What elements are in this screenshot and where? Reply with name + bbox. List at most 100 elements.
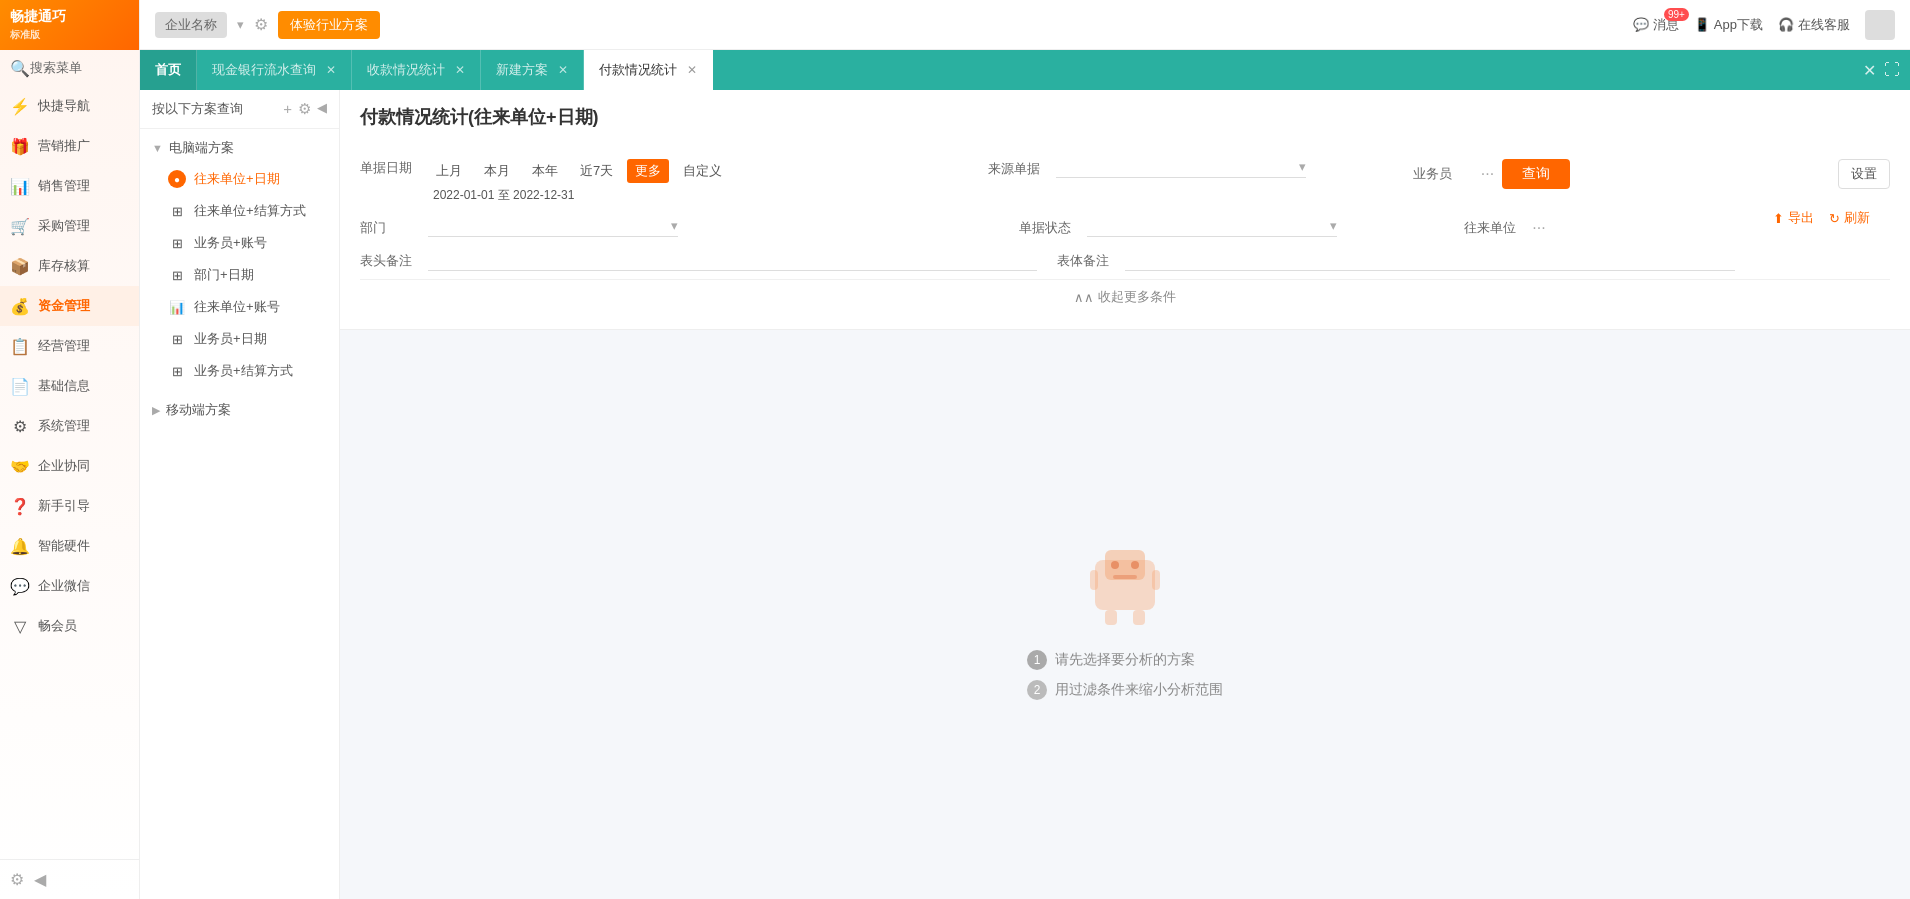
sidebar-settings-btn[interactable]: ⚙	[10, 870, 24, 889]
dept-label: 部门	[360, 219, 420, 237]
sidebar-item-marketing[interactable]: 🎁 营销推广	[0, 126, 139, 166]
sidebar-item-vip[interactable]: ▽ 畅会员	[0, 606, 139, 646]
tab-payment-detail-close-icon[interactable]: ✕	[687, 63, 697, 77]
date-opt-custom[interactable]: 自定义	[675, 159, 730, 183]
svg-point-3	[1131, 561, 1139, 569]
result-area: 1 请先选择要分析的方案 2 用过滤条件来缩小分析范围	[340, 330, 1910, 899]
tab-payment-stat[interactable]: 收款情况统计 ✕	[352, 50, 481, 90]
scheme-desktop-group-header[interactable]: ▼ 电脑端方案	[140, 133, 339, 163]
scheme-item-unit-settlement-label: 往来单位+结算方式	[194, 202, 306, 220]
date-opt-this-month[interactable]: 本月	[476, 159, 518, 183]
scheme-item-staff-settlement[interactable]: ⊞ 业务员+结算方式	[140, 355, 339, 387]
date-opt-this-year[interactable]: 本年	[524, 159, 566, 183]
scheme-item-staff-date[interactable]: ⊞ 业务员+日期	[140, 323, 339, 355]
source-select[interactable]: ▾	[1056, 159, 1306, 178]
tab-payment-detail[interactable]: 付款情况统计 ✕	[584, 50, 713, 90]
export-icon: ⬆	[1773, 211, 1784, 226]
dept-select[interactable]: ▾	[428, 218, 678, 237]
trial-button[interactable]: 体验行业方案	[278, 11, 380, 39]
sidebar-bottom: ⚙ ◀	[0, 859, 139, 899]
main-area: 企业名称 ▾ ⚙ 体验行业方案 💬 消息 99+ 📱 App下载 🎧 在线客服 …	[140, 0, 1910, 899]
empty-state: 1 请先选择要分析的方案 2 用过滤条件来缩小分析范围	[1027, 530, 1223, 700]
collapse-filter-button[interactable]: ∧∧ 收起更多条件	[360, 279, 1890, 314]
user-avatar[interactable]	[1865, 10, 1895, 40]
sidebar-item-operation[interactable]: 📋 经营管理	[0, 326, 139, 366]
tip-text-2: 用过滤条件来缩小分析范围	[1055, 681, 1223, 699]
scheme-item-unit-date[interactable]: ● 往来单位+日期	[140, 163, 339, 195]
marketing-icon: 🎁	[10, 136, 30, 156]
tip-num-2: 2	[1027, 680, 1047, 700]
date-opt-7days[interactable]: 近7天	[572, 159, 621, 183]
header-note-input[interactable]	[428, 251, 1037, 271]
date-label: 单据日期	[360, 159, 420, 177]
search-icon: 🔍	[10, 58, 30, 78]
topbar-chevron-icon[interactable]: ▾	[237, 17, 244, 32]
date-opt-more[interactable]: 更多	[627, 159, 669, 183]
svg-rect-6	[1152, 570, 1160, 590]
scheme-add-icon[interactable]: +	[283, 100, 292, 118]
tab-home[interactable]: 首页	[140, 50, 197, 90]
operation-icon: 📋	[10, 336, 30, 356]
tab-bar: 首页 现金银行流水查询 ✕ 收款情况统计 ✕ 新建方案 ✕ 付款情况统计 ✕ ✕…	[140, 50, 1910, 90]
sidebar-item-inventory[interactable]: 📦 库存核算	[0, 246, 139, 286]
sidebar-item-finance[interactable]: 💰 资金管理	[0, 286, 139, 326]
sidebar-item-purchase[interactable]: 🛒 采购管理	[0, 206, 139, 246]
sidebar-item-system[interactable]: ⚙ 系统管理	[0, 406, 139, 446]
tab-payment-stat-close-icon[interactable]: ✕	[455, 63, 465, 77]
collapse-label: 收起更多条件	[1098, 288, 1176, 306]
tab-cashflow[interactable]: 现金银行流水查询 ✕	[197, 50, 352, 90]
scheme-item-staff-date-label: 业务员+日期	[194, 330, 267, 348]
date-options: 上月 本月 本年 近7天 更多 自定义	[428, 159, 730, 183]
logo-sub: 标准版	[10, 28, 66, 42]
doc-status-select[interactable]: ▾	[1087, 218, 1337, 237]
filter-area: 付款情况统计(往来单位+日期) ⬆ 导出 ↻ 刷新	[340, 90, 1910, 330]
body-note-input[interactable]	[1125, 251, 1734, 271]
tab-home-label: 首页	[155, 61, 181, 79]
sidebar-item-wechat[interactable]: 💬 企业微信	[0, 566, 139, 606]
scheme-item-table-icon: ⊞	[168, 202, 186, 220]
scheme-item-unit-settlement[interactable]: ⊞ 往来单位+结算方式	[140, 195, 339, 227]
tab-close-all-icon[interactable]: ✕	[1863, 61, 1876, 80]
query-button[interactable]: 查询	[1502, 159, 1570, 189]
settings-button[interactable]: 设置	[1838, 159, 1890, 189]
topbar: 企业名称 ▾ ⚙ 体验行业方案 💬 消息 99+ 📱 App下载 🎧 在线客服	[140, 0, 1910, 50]
sidebar-collapse-btn[interactable]: ◀	[34, 870, 46, 889]
app-label: App下载	[1714, 16, 1763, 34]
scheme-item-table-icon-5: ⊞	[168, 362, 186, 380]
sidebar-item-cooperation[interactable]: 🤝 企业协同	[0, 446, 139, 486]
refresh-button[interactable]: ↻ 刷新	[1829, 209, 1870, 227]
sidebar-item-search[interactable]: 🔍 搜索菜单	[0, 50, 139, 86]
sidebar-item-nav[interactable]: ⚡ 快捷导航	[0, 86, 139, 126]
staff-ellipsis[interactable]: ···	[1481, 165, 1494, 183]
export-button[interactable]: ⬆ 导出	[1773, 209, 1814, 227]
topbar-messages[interactable]: 💬 消息 99+	[1633, 16, 1679, 34]
sidebar-item-hardware[interactable]: 🔔 智能硬件	[0, 526, 139, 566]
tab-new-scheme[interactable]: 新建方案 ✕	[481, 50, 584, 90]
tab-new-scheme-close-icon[interactable]: ✕	[558, 63, 568, 77]
content-area: 按以下方案查询 + ⚙ ◀ ▼ 电脑端方案 ● 往来单位+日期 ⊞	[140, 90, 1910, 899]
finance-label: 资金管理	[38, 297, 90, 315]
doc-status-label: 单据状态	[1019, 219, 1079, 237]
message-badge: 99+	[1664, 8, 1689, 21]
topbar-online-service[interactable]: 🎧 在线客服	[1778, 16, 1850, 34]
topbar-gear-icon[interactable]: ⚙	[254, 15, 268, 34]
sidebar-item-sales[interactable]: 📊 销售管理	[0, 166, 139, 206]
partner-ellipsis[interactable]: ···	[1532, 219, 1545, 237]
export-label: 导出	[1788, 209, 1814, 227]
system-label: 系统管理	[38, 417, 90, 435]
service-icon: 🎧	[1778, 17, 1794, 32]
scheme-item-staff-account[interactable]: ⊞ 业务员+账号	[140, 227, 339, 259]
scheme-item-unit-account[interactable]: 📊 往来单位+账号	[140, 291, 339, 323]
sidebar: 畅捷通巧 标准版 🔍 搜索菜单 ⚡ 快捷导航 🎁 营销推广 📊 销售管理 🛒 采…	[0, 0, 140, 899]
scheme-collapse-icon[interactable]: ◀	[317, 100, 327, 118]
scheme-item-dept-date[interactable]: ⊞ 部门+日期	[140, 259, 339, 291]
vip-icon: ▽	[10, 616, 30, 636]
date-opt-last-month[interactable]: 上月	[428, 159, 470, 183]
tab-fullscreen-icon[interactable]: ⛶	[1884, 61, 1900, 79]
tab-cashflow-close-icon[interactable]: ✕	[326, 63, 336, 77]
topbar-app-download[interactable]: 📱 App下载	[1694, 16, 1763, 34]
scheme-settings-icon[interactable]: ⚙	[298, 100, 311, 118]
scheme-mobile-group-header[interactable]: ▶ 移动端方案	[140, 395, 339, 425]
sidebar-item-guide[interactable]: ❓ 新手引导	[0, 486, 139, 526]
sidebar-item-basicinfo[interactable]: 📄 基础信息	[0, 366, 139, 406]
